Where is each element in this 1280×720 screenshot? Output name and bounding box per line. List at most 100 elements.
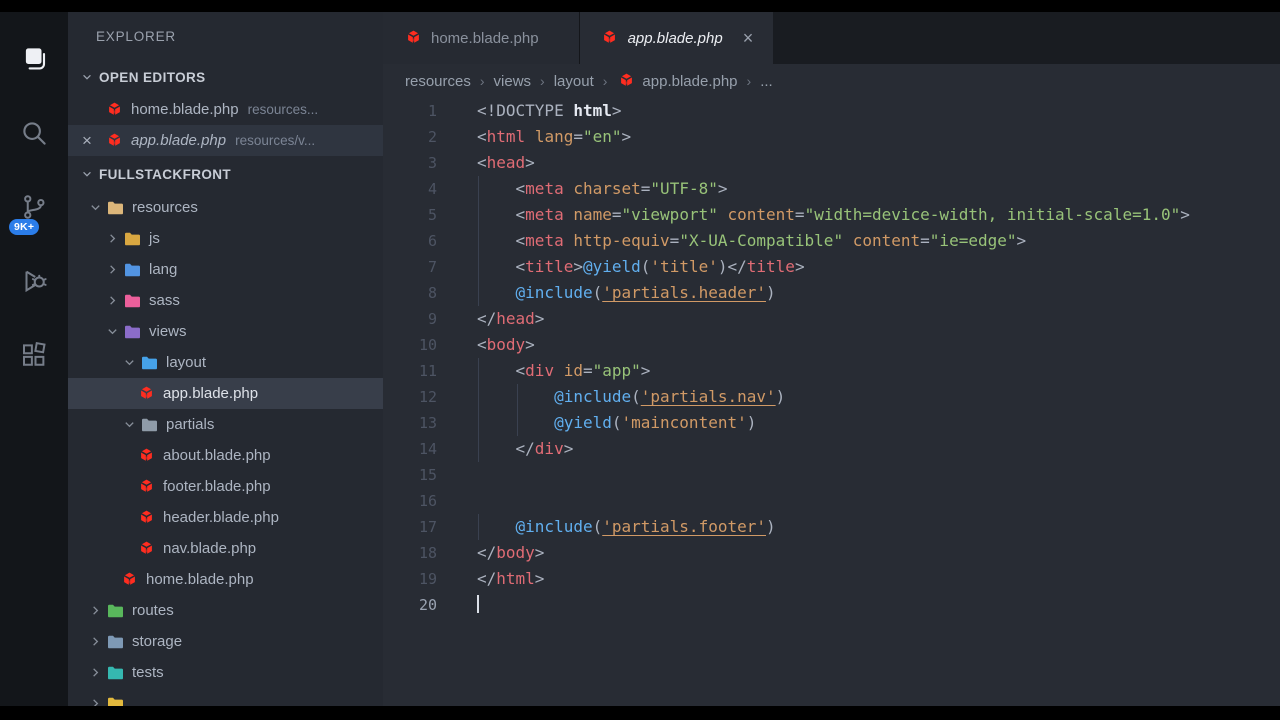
breadcrumb-separator-icon: › <box>479 73 485 89</box>
code-line[interactable]: 3 <head> <box>383 150 1280 176</box>
open-editor-item-home-blade-php[interactable]: home.blade.php resources... <box>68 94 383 125</box>
code-line[interactable]: 1 <!DOCTYPE html> <box>383 98 1280 124</box>
workspace-header[interactable]: FULLSTACKFRONT <box>68 156 383 192</box>
code-line[interactable]: 5 <meta name="viewport" content="width=d… <box>383 202 1280 228</box>
code-line[interactable]: 4 <meta charset="UTF-8"> <box>383 176 1280 202</box>
tree-file-header-blade-php[interactable]: header.blade.php <box>68 502 383 533</box>
explorer-title: EXPLORER <box>96 28 176 44</box>
open-editor-description: resources/v... <box>235 133 316 148</box>
chevron-down-icon <box>102 325 122 338</box>
tree-folder-routes[interactable]: routes <box>68 595 383 626</box>
code-line[interactable]: 16 <box>383 488 1280 514</box>
letterbox-top <box>0 0 1280 12</box>
code-line[interactable]: 8 @include('partials.header') <box>383 280 1280 306</box>
laravel-icon <box>136 448 156 464</box>
line-number: 12 <box>418 388 437 406</box>
code-line[interactable]: 18 </body> <box>383 540 1280 566</box>
tree-folder-sass[interactable]: sass <box>68 285 383 316</box>
tree-file-app-blade-php[interactable]: app.blade.php <box>68 378 383 409</box>
tree-folder-js[interactable]: js <box>68 223 383 254</box>
code-line[interactable]: 6 <meta http-equiv="X-UA-Compatible" con… <box>383 228 1280 254</box>
breadcrumb-item-app-blade-php[interactable]: app.blade.php <box>616 73 738 90</box>
code-text: <head> <box>477 153 535 172</box>
line-number: 5 <box>427 206 437 224</box>
run-debug-icon[interactable] <box>0 244 68 318</box>
code-line[interactable]: 20 <box>383 592 1280 618</box>
code-text: <body> <box>477 335 535 354</box>
breadcrumb-item-item[interactable]: ... <box>760 73 773 90</box>
breadcrumb-item-views[interactable]: views <box>494 73 532 90</box>
tab-close-icon[interactable]: × <box>743 29 754 47</box>
code-text: <html lang="en"> <box>477 127 632 146</box>
tree-folder-layout[interactable]: layout <box>68 347 383 378</box>
code-line[interactable]: 19 </html> <box>383 566 1280 592</box>
code-line[interactable]: 9 </head> <box>383 306 1280 332</box>
line-number: 6 <box>427 232 437 250</box>
line-number: 14 <box>418 440 437 458</box>
tab-label: home.blade.php <box>431 29 539 47</box>
folder-icon <box>122 263 142 277</box>
open-editor-item-app-blade-php[interactable]: × app.blade.php resources/v... <box>68 125 383 156</box>
code-line[interactable]: 11 <div id="app"> <box>383 358 1280 384</box>
code-line[interactable]: 14 </div> <box>383 436 1280 462</box>
open-editors-list: home.blade.php resources... × app.blade.ph… <box>68 94 383 156</box>
open-editors-header[interactable]: OPEN EDITORS <box>68 60 383 94</box>
tree-item-label: home.blade.php <box>146 571 254 588</box>
code-text: </html> <box>477 569 545 588</box>
search-icon[interactable] <box>0 96 68 170</box>
chevron-right-icon <box>102 294 122 307</box>
code-text: <meta charset="UTF-8"> <box>437 176 728 202</box>
breadcrumb-item-layout[interactable]: layout <box>554 73 594 90</box>
tree-folder-storage[interactable]: storage <box>68 626 383 657</box>
tree-folder-tests[interactable]: tests <box>68 657 383 688</box>
editor-tab-home-blade-php[interactable]: home.blade.php <box>383 12 580 64</box>
line-number: 3 <box>427 154 437 172</box>
breadcrumb-item-resources[interactable]: resources <box>405 73 471 90</box>
tree-item-label: js <box>149 230 160 247</box>
breadcrumb: resources › views › layout › app.blade.php ›..… <box>383 64 1280 98</box>
code-line[interactable]: 13 @yield('maincontent') <box>383 410 1280 436</box>
line-number: 17 <box>418 518 437 536</box>
tree-file-footer-blade-php[interactable]: footer.blade.php <box>68 471 383 502</box>
code-text: </body> <box>477 543 545 562</box>
tree-folder-resources[interactable]: resources <box>68 192 383 223</box>
tree-file-nav-blade-php[interactable]: nav.blade.php <box>68 533 383 564</box>
breadcrumb-label: layout <box>553 72 594 90</box>
editor-tab-app-blade-php[interactable]: app.blade.php × <box>579 12 774 64</box>
line-number: 18 <box>418 544 437 562</box>
code-line[interactable]: 15 <box>383 462 1280 488</box>
code-editor[interactable]: 1 <!DOCTYPE html> 2 <html lang="en"> 3 <head>… <box>383 98 1280 720</box>
code-line[interactable]: 2 <html lang="en"> <box>383 124 1280 150</box>
chevron-down-icon <box>78 71 96 83</box>
tree-item-label: routes <box>132 602 174 619</box>
code-text: </head> <box>477 309 545 328</box>
chevron-down-icon <box>78 168 96 180</box>
code-line[interactable]: 7 <title>@yield('title')</title> <box>383 254 1280 280</box>
tree-item-label: tests <box>132 664 164 681</box>
tree-item-label: nav.blade.php <box>163 540 257 557</box>
code-text: @include('partials.header') <box>437 280 776 306</box>
tree-item-label: lang <box>149 261 178 278</box>
chevron-right-icon <box>102 263 122 276</box>
explorer-icon[interactable] <box>0 22 68 96</box>
extensions-icon[interactable] <box>0 318 68 392</box>
close-icon[interactable]: × <box>82 132 104 149</box>
chevron-down-icon <box>85 201 105 214</box>
tree-file-home-blade-php[interactable]: home.blade.php <box>68 564 383 595</box>
tree-folder-lang[interactable]: lang <box>68 254 383 285</box>
line-number: 15 <box>418 466 437 484</box>
laravel-icon <box>136 510 156 526</box>
tree-item-label: app.blade.php <box>163 385 259 402</box>
tree-folder-views[interactable]: views <box>68 316 383 347</box>
source-control-icon[interactable]: 9K+ <box>0 170 68 244</box>
code-line[interactable]: 10 <body> <box>383 332 1280 358</box>
open-editors-label: OPEN EDITORS <box>99 69 206 85</box>
line-number: 10 <box>418 336 437 354</box>
tree-file-about-blade-php[interactable]: about.blade.php <box>68 440 383 471</box>
tree-folder-partials[interactable]: partials <box>68 409 383 440</box>
code-line[interactable]: 12 @include('partials.nav') <box>383 384 1280 410</box>
code-line[interactable]: 17 @include('partials.footer') <box>383 514 1280 540</box>
code-text: @include('partials.footer') <box>437 514 776 540</box>
